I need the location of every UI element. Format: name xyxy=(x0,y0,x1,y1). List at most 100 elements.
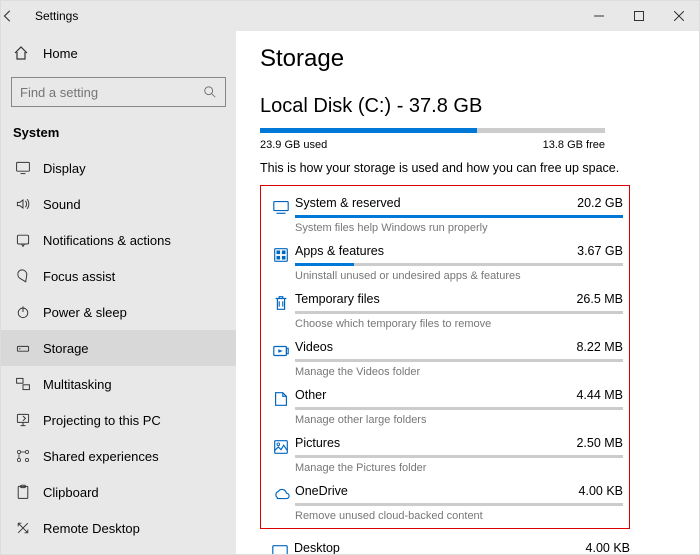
category-size: 26.5 MB xyxy=(576,292,623,306)
nav-icon xyxy=(13,232,33,248)
category-icon xyxy=(267,340,295,378)
maximize-button[interactable] xyxy=(619,1,659,31)
category-hint: System files help Windows run properly xyxy=(295,222,623,234)
category-bar xyxy=(295,407,623,410)
nav-label: Clipboard xyxy=(43,485,99,500)
nav-icon xyxy=(13,268,33,284)
nav-item-projecting-to-this-pc[interactable]: Projecting to this PC xyxy=(1,402,236,438)
category-item-videos[interactable]: Videos 8.22 MB Manage the Videos folder xyxy=(267,334,623,382)
category-hint: Manage the Videos folder xyxy=(295,366,623,378)
category-name: Temporary files xyxy=(295,292,380,306)
category-name: Videos xyxy=(295,340,333,354)
nav-label: Display xyxy=(43,161,86,176)
nav-item-storage[interactable]: Storage xyxy=(1,330,236,366)
nav-item-focus-assist[interactable]: Focus assist xyxy=(1,258,236,294)
back-button[interactable] xyxy=(1,9,31,23)
nav-item-shared-experiences[interactable]: Shared experiences xyxy=(1,438,236,474)
category-icon xyxy=(267,292,295,330)
category-hint: Manage other large folders xyxy=(295,414,623,426)
category-icon xyxy=(267,484,295,522)
category-name: Desktop xyxy=(294,541,340,554)
desktop-icon xyxy=(266,541,294,554)
disk-heading: Local Disk (C:) - 37.8 GB xyxy=(260,95,689,118)
nav-item-remote-desktop[interactable]: Remote Desktop xyxy=(1,510,236,546)
category-name: Other xyxy=(295,388,326,402)
category-name: OneDrive xyxy=(295,484,348,498)
nav-item-clipboard[interactable]: Clipboard xyxy=(1,474,236,510)
nav-item-display[interactable]: Display xyxy=(1,150,236,186)
category-icon xyxy=(267,436,295,474)
nav-icon xyxy=(13,304,33,320)
content-area: Storage Local Disk (C:) - 37.8 GB 23.9 G… xyxy=(236,31,699,554)
disk-used-label: 23.9 GB used xyxy=(260,139,327,151)
nav-label: Power & sleep xyxy=(43,305,127,320)
category-item-apps-features[interactable]: Apps & features 3.67 GB Uninstall unused o… xyxy=(267,238,623,286)
category-item-pictures[interactable]: Pictures 2.50 MB Manage the Pictures folde… xyxy=(267,430,623,478)
nav-label: Projecting to this PC xyxy=(43,413,161,428)
nav-label: Storage xyxy=(43,341,89,356)
category-item-onedrive[interactable]: OneDrive 4.00 KB Remove unused cloud-backe… xyxy=(267,478,623,526)
nav-icon xyxy=(13,196,33,212)
home-icon xyxy=(13,45,33,61)
nav-icon xyxy=(13,160,33,176)
category-size: 4.00 KB xyxy=(579,484,623,498)
nav-label: Remote Desktop xyxy=(43,521,140,536)
disk-free-label: 13.8 GB free xyxy=(543,139,605,151)
window-title: Settings xyxy=(31,9,78,23)
category-size: 8.22 MB xyxy=(576,340,623,354)
home-label: Home xyxy=(43,46,78,61)
category-item-temporary-files[interactable]: Temporary files 26.5 MB Choose which tempo… xyxy=(267,286,623,334)
nav-item-multitasking[interactable]: Multitasking xyxy=(1,366,236,402)
minimize-button[interactable] xyxy=(579,1,619,31)
category-hint: Uninstall unused or undesired apps & fea… xyxy=(295,270,623,282)
nav-label: Notifications & actions xyxy=(43,233,171,248)
storage-description: This is how your storage is used and how… xyxy=(260,161,689,175)
nav-item-power-sleep[interactable]: Power & sleep xyxy=(1,294,236,330)
category-bar xyxy=(295,455,623,458)
category-size: 4.44 MB xyxy=(576,388,623,402)
category-size: 3.67 GB xyxy=(577,244,623,258)
nav-icon xyxy=(13,376,33,392)
category-bar xyxy=(295,263,623,266)
category-item-desktop[interactable]: Desktop 4.00 KB xyxy=(260,535,630,554)
close-button[interactable] xyxy=(659,1,699,31)
category-size: 2.50 MB xyxy=(576,436,623,450)
category-name: System & reserved xyxy=(295,196,401,210)
category-size: 20.2 GB xyxy=(577,196,623,210)
category-icon xyxy=(267,196,295,234)
category-icon xyxy=(267,244,295,282)
category-hint: Manage the Pictures folder xyxy=(295,462,623,474)
category-name: Apps & features xyxy=(295,244,384,258)
titlebar: Settings xyxy=(1,1,699,31)
search-box[interactable] xyxy=(11,77,226,107)
page-title: Storage xyxy=(260,45,689,73)
nav-label: Multitasking xyxy=(43,377,112,392)
nav-item-notifications-actions[interactable]: Notifications & actions xyxy=(1,222,236,258)
category-bar xyxy=(295,359,623,362)
nav-label: Shared experiences xyxy=(43,449,159,464)
category-item-other[interactable]: Other 4.44 MB Manage other large folders xyxy=(267,382,623,430)
sidebar: Home System Display Sound Notifications & … xyxy=(1,31,236,554)
disk-usage-bar xyxy=(260,128,605,133)
section-label: System xyxy=(1,121,236,150)
nav-icon xyxy=(13,448,33,464)
category-size: 4.00 KB xyxy=(586,541,630,554)
nav-label: Sound xyxy=(43,197,81,212)
nav-icon xyxy=(13,484,33,500)
search-icon xyxy=(203,85,217,99)
nav-icon xyxy=(13,412,33,428)
category-item-system-reserved[interactable]: System & reserved 20.2 GB System files hel… xyxy=(267,190,623,238)
category-hint: Remove unused cloud-backed content xyxy=(295,510,623,522)
nav-icon xyxy=(13,520,33,536)
nav-icon xyxy=(13,340,33,356)
category-bar xyxy=(295,311,623,314)
nav-label: Focus assist xyxy=(43,269,115,284)
category-name: Pictures xyxy=(295,436,340,450)
home-link[interactable]: Home xyxy=(1,39,236,67)
category-list: System & reserved 20.2 GB System files hel… xyxy=(260,185,630,529)
search-input[interactable] xyxy=(20,85,203,100)
category-bar xyxy=(295,503,623,506)
category-hint: Choose which temporary files to remove xyxy=(295,318,623,330)
nav-item-sound[interactable]: Sound xyxy=(1,186,236,222)
category-icon xyxy=(267,388,295,426)
